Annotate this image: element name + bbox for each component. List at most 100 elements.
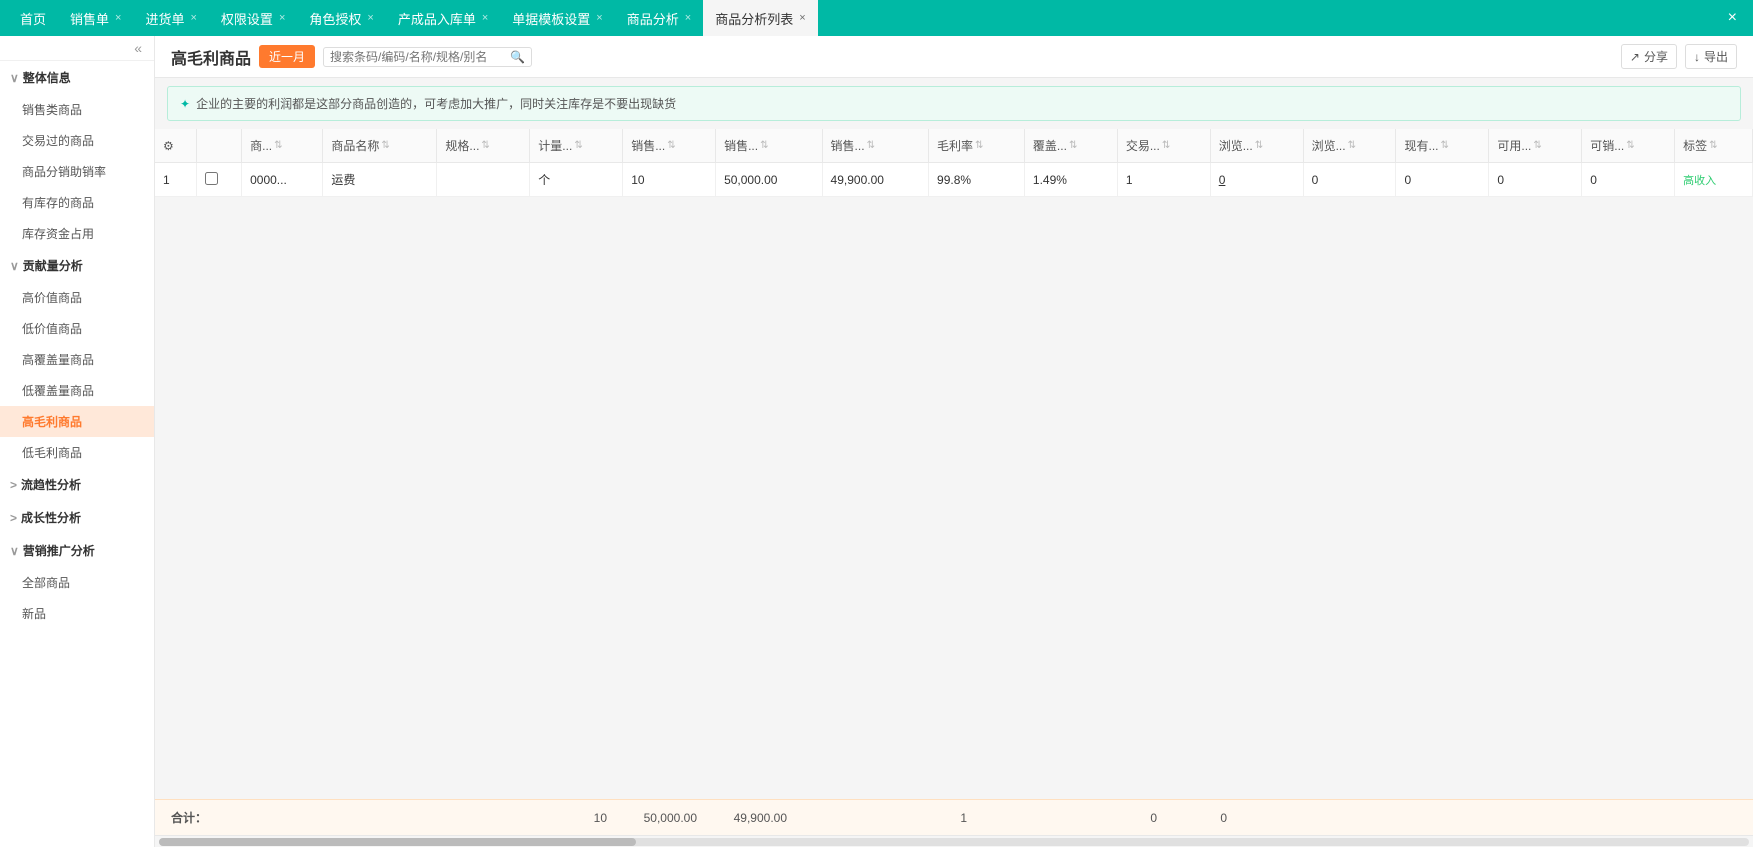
col-header-sales_profit[interactable]: 销售...⇅ xyxy=(822,129,928,163)
nav-item-销售单[interactable]: 销售单× xyxy=(58,0,133,36)
cell-sellable: 0 xyxy=(1582,163,1675,197)
col-header-name[interactable]: 商品名称⇅ xyxy=(323,129,437,163)
col-header-sales_amount[interactable]: 销售...⇅ xyxy=(716,129,822,163)
sidebar-group-贡献量分析[interactable]: ∨贡献量分析 xyxy=(0,249,154,282)
col-header-unit[interactable]: 计量...⇅ xyxy=(530,129,623,163)
sidebar-group-流趋性分析[interactable]: >流趋性分析 xyxy=(0,468,154,501)
sort-icon-coverage[interactable]: ⇅ xyxy=(1069,140,1077,151)
cell-sales_qty: 10 xyxy=(623,163,716,197)
sidebar-item-有库存的商品[interactable]: 有库存的商品 xyxy=(0,187,154,218)
col-header-code[interactable]: 商...⇅ xyxy=(242,129,323,163)
horizontal-scrollbar[interactable] xyxy=(155,835,1753,847)
top-navigation: 首页销售单×进货单×权限设置×角色授权×产成品入库单×单据模板设置×商品分析×商… xyxy=(0,0,1753,36)
sort-icon-sellable[interactable]: ⇅ xyxy=(1626,140,1634,151)
search-icon[interactable]: 🔍 xyxy=(510,50,525,64)
cell-checkbox[interactable] xyxy=(196,163,241,197)
sort-icon-transaction[interactable]: ⇅ xyxy=(1162,140,1170,151)
nav-item-产成品入库单[interactable]: 产成品入库单× xyxy=(386,0,500,36)
filter-button[interactable]: 近一月 xyxy=(259,45,315,68)
col-header-gross_margin[interactable]: 毛利率⇅ xyxy=(929,129,1025,163)
sort-icon-name[interactable]: ⇅ xyxy=(381,140,389,151)
footer-total-label: 合计： xyxy=(171,809,207,826)
nav-item-单据模板设置[interactable]: 单据模板设置× xyxy=(500,0,614,36)
nav-close-icon[interactable]: × xyxy=(482,12,488,24)
sidebar-item-低毛利商品[interactable]: 低毛利商品 xyxy=(0,437,154,468)
sidebar-item-全部商品[interactable]: 全部商品 xyxy=(0,567,154,598)
sidebar-group-label: 流趋性分析 xyxy=(21,476,81,493)
sort-icon-browse1[interactable]: ⇅ xyxy=(1255,140,1263,151)
sidebar-group-整体信息[interactable]: ∨整体信息 xyxy=(0,61,154,94)
sort-icon-available[interactable]: ⇅ xyxy=(1533,140,1541,151)
info-banner: ✦ 企业的主要的利润都是这部分商品创造的，可考虑加大推广，同时关注库存是不要出现… xyxy=(167,86,1741,121)
nav-item-角色授权[interactable]: 角色授权× xyxy=(297,0,385,36)
nav-close-icon[interactable]: × xyxy=(190,12,196,24)
close-all-button[interactable]: × xyxy=(1720,9,1745,27)
nav-close-icon[interactable]: × xyxy=(367,12,373,24)
sidebar-item-低覆盖量商品[interactable]: 低覆盖量商品 xyxy=(0,375,154,406)
sidebar-item-高毛利商品[interactable]: 高毛利商品 xyxy=(0,406,154,437)
nav-close-icon[interactable]: × xyxy=(799,12,805,24)
content-area: 高毛利商品 近一月 🔍 ↗ 分享 ↓ 导出 ✦ 企业的主要的利润都是这部分商品创… xyxy=(155,36,1753,847)
sort-icon-browse2[interactable]: ⇅ xyxy=(1348,140,1356,151)
cell-browse1[interactable]: 0 xyxy=(1210,163,1303,197)
col-header-spec[interactable]: 规格...⇅ xyxy=(437,129,530,163)
sort-icon-unit[interactable]: ⇅ xyxy=(574,140,582,151)
col-header-sellable[interactable]: 可销...⇅ xyxy=(1582,129,1675,163)
nav-close-icon[interactable]: × xyxy=(596,12,602,24)
sort-icon-current_stock[interactable]: ⇅ xyxy=(1441,140,1449,151)
sidebar-item-商品分销助销率[interactable]: 商品分销助销率 xyxy=(0,156,154,187)
share-button[interactable]: ↗ 分享 xyxy=(1621,44,1677,69)
table-wrapper[interactable]: ⚙商...⇅商品名称⇅规格...⇅计量...⇅销售...⇅销售...⇅销售...… xyxy=(155,129,1753,799)
nav-close-icon[interactable]: × xyxy=(685,12,691,24)
sort-icon-code[interactable]: ⇅ xyxy=(274,140,282,151)
col-header-tag[interactable]: 标签⇅ xyxy=(1675,129,1753,163)
footer-cell: 49,900.00 xyxy=(705,811,795,825)
sidebar-group-label: 成长性分析 xyxy=(21,509,81,526)
main-layout: « ∨整体信息销售类商品交易过的商品商品分销助销率有库存的商品库存资金占用∨贡献… xyxy=(0,36,1753,847)
col-header-sales_qty[interactable]: 销售...⇅ xyxy=(623,129,716,163)
nav-item-进货单[interactable]: 进货单× xyxy=(133,0,208,36)
sidebar-group-营销推广分析[interactable]: ∨营销推广分析 xyxy=(0,534,154,567)
sort-icon-spec[interactable]: ⇅ xyxy=(481,140,489,151)
cell-current_stock: 0 xyxy=(1396,163,1489,197)
nav-item-首页[interactable]: 首页 xyxy=(8,0,58,36)
nav-close-icon[interactable]: × xyxy=(279,12,285,24)
sidebar-item-销售类商品[interactable]: 销售类商品 xyxy=(0,94,154,125)
cell-sales_profit: 49,900.00 xyxy=(822,163,928,197)
nav-item-权限设置[interactable]: 权限设置× xyxy=(209,0,297,36)
sidebar-collapse-button[interactable]: « xyxy=(128,40,148,56)
data-table: ⚙商...⇅商品名称⇅规格...⇅计量...⇅销售...⇅销售...⇅销售...… xyxy=(155,129,1753,197)
sidebar-item-交易过的商品[interactable]: 交易过的商品 xyxy=(0,125,154,156)
sort-icon-tag[interactable]: ⇅ xyxy=(1709,140,1717,151)
sort-icon-gross_margin[interactable]: ⇅ xyxy=(975,140,983,151)
nav-item-商品分析[interactable]: 商品分析× xyxy=(615,0,703,36)
search-input[interactable] xyxy=(330,50,510,64)
sidebar-item-高覆盖量商品[interactable]: 高覆盖量商品 xyxy=(0,344,154,375)
sidebar-group-label: 整体信息 xyxy=(23,69,71,86)
sort-icon-sales_profit[interactable]: ⇅ xyxy=(867,140,875,151)
export-button[interactable]: ↓ 导出 xyxy=(1685,44,1737,69)
sort-icon-sales_amount[interactable]: ⇅ xyxy=(760,140,768,151)
sidebar-item-低价值商品[interactable]: 低价值商品 xyxy=(0,313,154,344)
chevron-icon: ∨ xyxy=(10,544,19,558)
footer-bar: 合计： 1050,000.0049,900.00100 xyxy=(155,799,1753,835)
col-header-browse1[interactable]: 浏览...⇅ xyxy=(1210,129,1303,163)
scroll-thumb[interactable] xyxy=(159,838,636,846)
footer-cell: 1 xyxy=(915,811,975,825)
scroll-track[interactable] xyxy=(159,838,1749,846)
nav-item-商品分析列表[interactable]: 商品分析列表× xyxy=(703,0,817,36)
row-checkbox[interactable] xyxy=(205,172,218,185)
sidebar-item-库存资金占用[interactable]: 库存资金占用 xyxy=(0,218,154,249)
col-header-current_stock[interactable]: 现有...⇅ xyxy=(1396,129,1489,163)
content-header: 高毛利商品 近一月 🔍 ↗ 分享 ↓ 导出 xyxy=(155,36,1753,78)
sort-icon-sales_qty[interactable]: ⇅ xyxy=(667,140,675,151)
sidebar-item-新品[interactable]: 新品 xyxy=(0,598,154,629)
col-header-transaction[interactable]: 交易...⇅ xyxy=(1117,129,1210,163)
nav-close-icon[interactable]: × xyxy=(115,12,121,24)
col-header-coverage[interactable]: 覆盖...⇅ xyxy=(1024,129,1117,163)
footer-cell: 10 xyxy=(545,811,615,825)
sidebar-item-高价值商品[interactable]: 高价值商品 xyxy=(0,282,154,313)
col-header-available[interactable]: 可用...⇅ xyxy=(1489,129,1582,163)
sidebar-group-成长性分析[interactable]: >成长性分析 xyxy=(0,501,154,534)
col-header-browse2[interactable]: 浏览...⇅ xyxy=(1303,129,1396,163)
